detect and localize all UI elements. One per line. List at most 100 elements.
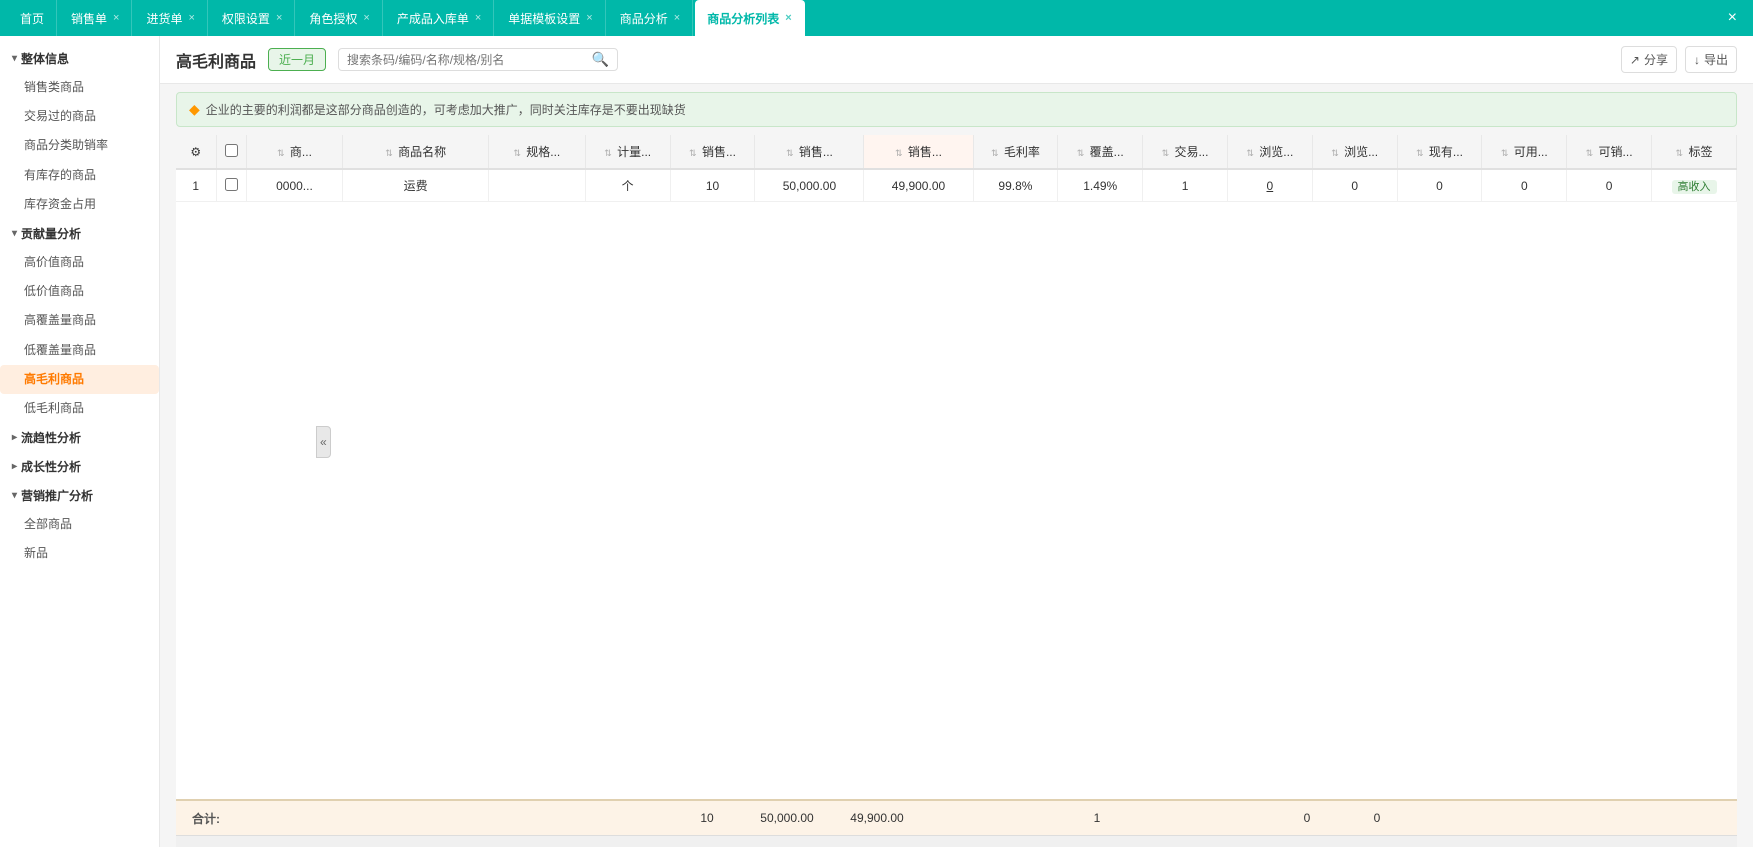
nav-close-icon[interactable]: ×: [475, 12, 481, 24]
row-sales-cost: 49,900.00: [864, 169, 973, 202]
col-header-stock1[interactable]: ⇅ 现有...: [1397, 135, 1482, 169]
nav-close-icon[interactable]: ×: [674, 12, 680, 24]
sidebar-item-high-gross[interactable]: 高毛利商品: [0, 365, 159, 394]
nav-close-icon[interactable]: ×: [276, 12, 282, 24]
col-header-sales-qty[interactable]: ⇅ 销售...: [670, 135, 755, 169]
nav-close-icon[interactable]: ×: [113, 12, 119, 24]
sort-icon: ⇅: [513, 148, 521, 158]
sidebar-item-category-rate[interactable]: 商品分类助销率: [0, 131, 159, 160]
col-header-sales-amt[interactable]: ⇅ 销售...: [755, 135, 864, 169]
nav-home[interactable]: 首页: [8, 0, 57, 36]
row-browse1[interactable]: 0: [1227, 169, 1312, 202]
arrow-down-icon: ▾: [12, 228, 17, 239]
bottom-scrollbar[interactable]: [176, 835, 1737, 847]
sidebar-item-low-value[interactable]: 低价值商品: [0, 277, 159, 306]
footer-cell-gross: [922, 811, 992, 825]
sort-icon: ⇅: [1162, 148, 1170, 158]
sidebar-group-contribution-label: 贡献量分析: [21, 225, 81, 242]
row-transaction: 1: [1143, 169, 1228, 202]
col-header-check[interactable]: [216, 135, 246, 169]
nav-product-analysis[interactable]: 商品分析 ×: [608, 0, 693, 36]
col-header-unit[interactable]: ⇅ 计量...: [585, 135, 670, 169]
row-name[interactable]: 运费: [343, 169, 488, 202]
nav-sales-order[interactable]: 销售单 ×: [59, 0, 132, 36]
row-stock1: 0: [1397, 169, 1482, 202]
col-header-tag[interactable]: ⇅ 标签: [1652, 135, 1737, 169]
footer-cell-num: [252, 811, 292, 825]
sidebar-item-traded-goods[interactable]: 交易过的商品: [0, 102, 159, 131]
nav-template-settings[interactable]: 单据模板设置 ×: [496, 0, 605, 36]
nav-purchase-order[interactable]: 进货单 ×: [134, 0, 207, 36]
footer-label: 合计:: [192, 810, 252, 827]
sidebar-item-in-stock[interactable]: 有库存的商品: [0, 161, 159, 190]
sidebar-item-stock-capital[interactable]: 库存资金占用: [0, 190, 159, 219]
col-header-sales-cost[interactable]: ⇅ 销售...: [864, 135, 973, 169]
nav-close-icon[interactable]: ×: [586, 12, 592, 24]
footer-cell-stock1: 0: [1272, 811, 1342, 825]
sidebar-group-growth[interactable]: ▸ 成长性分析: [0, 452, 159, 481]
arrow-down-icon: ▾: [12, 53, 17, 64]
col-header-code[interactable]: ⇅ 商...: [246, 135, 343, 169]
sidebar-group-marketing[interactable]: ▾ 营销推广分析: [0, 481, 159, 510]
sidebar-item-high-coverage[interactable]: 高覆盖量商品: [0, 306, 159, 335]
col-header-spec[interactable]: ⇅ 规格...: [488, 135, 585, 169]
top-navigation: 首页 销售单 × 进货单 × 权限设置 × 角色授权 × 产成品入库单 × 单据…: [0, 0, 1753, 36]
sidebar-item-low-gross[interactable]: 低毛利商品: [0, 394, 159, 423]
sidebar-group-contribution[interactable]: ▾ 贡献量分析: [0, 219, 159, 248]
footer-cell-cover: [992, 811, 1062, 825]
row-stock3: 0: [1567, 169, 1652, 202]
col-header-coverage[interactable]: ⇅ 覆盖...: [1058, 135, 1143, 169]
table-container: ⚙ ⇅ 商... ⇅ 商品名称: [176, 135, 1737, 847]
row-checkbox-cell[interactable]: [216, 169, 246, 202]
filter-month-button[interactable]: 近一月: [268, 48, 326, 71]
content-area: « 高毛利商品 近一月 🔍 ↗ 分享 ↓ 导出: [160, 36, 1753, 847]
nav-product-instock[interactable]: 产成品入库单 ×: [385, 0, 494, 36]
sidebar: ▾ 整体信息 销售类商品 交易过的商品 商品分类助销率 有库存的商品 库存资金占…: [0, 36, 160, 847]
share-icon: ↗: [1630, 53, 1640, 67]
select-all-checkbox[interactable]: [225, 144, 238, 157]
export-button[interactable]: ↓ 导出: [1685, 46, 1737, 73]
col-header-name[interactable]: ⇅ 商品名称: [343, 135, 488, 169]
sidebar-group-overall-label: 整体信息: [21, 50, 69, 67]
search-input[interactable]: [347, 53, 588, 67]
sort-icon: ⇅: [1416, 148, 1424, 158]
nav-role-auth[interactable]: 角色授权 ×: [297, 0, 382, 36]
nav-permission-settings[interactable]: 权限设置 ×: [210, 0, 295, 36]
main-layout: ▾ 整体信息 销售类商品 交易过的商品 商品分类助销率 有库存的商品 库存资金占…: [0, 36, 1753, 847]
col-header-stock3[interactable]: ⇅ 可销...: [1567, 135, 1652, 169]
search-icon[interactable]: 🔍: [592, 51, 609, 68]
settings-col-icon[interactable]: ⚙: [190, 145, 201, 159]
sidebar-group-growth-label: 成长性分析: [21, 458, 81, 475]
share-button[interactable]: ↗ 分享: [1621, 46, 1677, 73]
row-sales-amt: 50,000.00: [755, 169, 864, 202]
row-num: 1: [176, 169, 216, 202]
sidebar-collapse-button[interactable]: «: [316, 426, 331, 458]
nav-close-icon[interactable]: ×: [785, 12, 791, 24]
sidebar-item-all-goods[interactable]: 全部商品: [0, 510, 159, 539]
nav-close-icon[interactable]: ×: [188, 12, 194, 24]
col-header-transaction[interactable]: ⇅ 交易...: [1143, 135, 1228, 169]
sidebar-item-low-coverage[interactable]: 低覆盖量商品: [0, 336, 159, 365]
sidebar-group-marketing-label: 营销推广分析: [21, 487, 93, 504]
col-header-gross-rate[interactable]: ⇅ 毛利率: [973, 135, 1058, 169]
col-header-num[interactable]: ⚙: [176, 135, 216, 169]
sidebar-item-sales-goods[interactable]: 销售类商品: [0, 73, 159, 102]
col-header-browse1[interactable]: ⇅ 浏览...: [1227, 135, 1312, 169]
footer-cell-tag: [1482, 811, 1552, 825]
col-header-browse2[interactable]: ⇅ 浏览...: [1312, 135, 1397, 169]
arrow-right-icon: ▸: [12, 432, 17, 443]
sort-icon: ⇅: [895, 148, 903, 158]
sort-icon: ⇅: [604, 148, 612, 158]
col-header-stock2[interactable]: ⇅ 可用...: [1482, 135, 1567, 169]
sidebar-item-new-goods[interactable]: 新品: [0, 539, 159, 568]
nav-close-icon[interactable]: ×: [363, 12, 369, 24]
sidebar-group-overall[interactable]: ▾ 整体信息: [0, 44, 159, 73]
nav-product-analysis-list[interactable]: 商品分析列表 ×: [695, 0, 804, 36]
header-actions: ↗ 分享 ↓ 导出: [1621, 46, 1737, 73]
sidebar-item-high-value[interactable]: 高价值商品: [0, 248, 159, 277]
row-code[interactable]: 0000...: [246, 169, 343, 202]
row-checkbox[interactable]: [225, 178, 238, 191]
sidebar-group-trend[interactable]: ▸ 流趋性分析: [0, 423, 159, 452]
footer-cell-sales-cost: 49,900.00: [832, 811, 922, 825]
nav-close-all-button[interactable]: ×: [1720, 9, 1745, 27]
